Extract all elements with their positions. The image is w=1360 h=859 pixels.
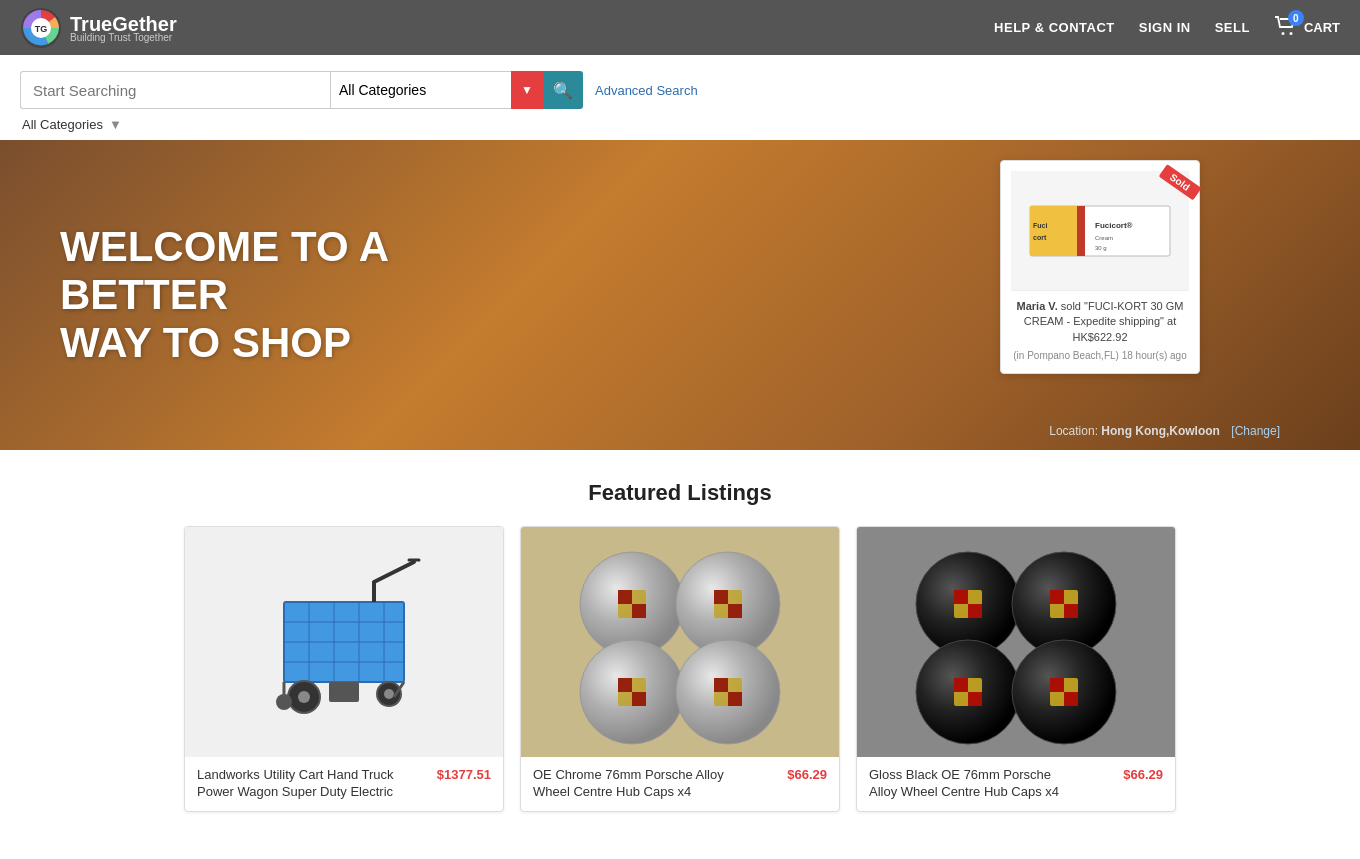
svg-text:cort: cort <box>1033 234 1047 241</box>
hero-product-sold-text: Maria V. sold "FUCI-KORT 30 GM CREAM - E… <box>1011 299 1189 345</box>
listing-price-2: $66.29 <box>1123 767 1163 782</box>
svg-rect-57 <box>1064 604 1078 618</box>
category-select-wrapper: All Categories Electronics Fashion Home … <box>330 71 511 109</box>
hero-product-image: Fucicort® Cream 30 g Fuci cort <box>1011 171 1189 291</box>
search-bar-area: All Categories Electronics Fashion Home … <box>0 55 1360 140</box>
utility-cart-svg <box>244 542 444 742</box>
change-location-link[interactable]: [Change] <box>1231 424 1280 438</box>
listing-price-0: $1377.51 <box>437 767 491 782</box>
svg-text:TG: TG <box>35 24 48 34</box>
listing-image-0 <box>185 527 503 757</box>
hero-text: WELCOME TO A BETTER WAY TO SHOP <box>0 223 500 368</box>
svg-rect-44 <box>632 692 646 706</box>
listing-card-1[interactable]: OE Chrome 76mm Porsche Alloy Wheel Centr… <box>520 526 840 812</box>
search-icon: 🔍 <box>553 81 573 100</box>
svg-rect-53 <box>954 590 968 604</box>
featured-title: Featured Listings <box>20 480 1340 506</box>
svg-text:Cream: Cream <box>1095 235 1113 241</box>
subcategory-arrow-icon: ▼ <box>109 117 122 132</box>
logo-tagline: Building Trust Together <box>70 32 177 43</box>
svg-rect-62 <box>1050 678 1064 692</box>
black-hubcaps-svg <box>896 532 1136 752</box>
hero-banner: WELCOME TO A BETTER WAY TO SHOP Sold Fuc… <box>0 140 1360 450</box>
listing-card-0[interactable]: Landworks Utility Cart Hand Truck Power … <box>184 526 504 812</box>
svg-point-4 <box>1289 32 1292 35</box>
svg-rect-60 <box>968 692 982 706</box>
svg-text:30 g: 30 g <box>1095 245 1107 251</box>
svg-rect-59 <box>954 678 968 692</box>
svg-point-25 <box>298 691 310 703</box>
sign-in-link[interactable]: SIGN IN <box>1139 20 1191 35</box>
search-input[interactable] <box>20 71 330 109</box>
advanced-search-link[interactable]: Advanced Search <box>595 83 698 98</box>
listings-grid: Landworks Utility Cart Hand Truck Power … <box>20 526 1340 812</box>
listing-info-2: Gloss Black OE 76mm Porsche Alloy Wheel … <box>857 757 1175 811</box>
hero-sale-context: (in Pompano Beach,FL) 18 hour(s) ago <box>1011 349 1189 363</box>
svg-rect-31 <box>329 682 359 702</box>
chrome-hubcaps-svg <box>560 532 800 752</box>
svg-rect-47 <box>728 692 742 706</box>
cart-area[interactable]: 0 CART <box>1274 16 1340 39</box>
hero-product-info: Maria V. sold "FUCI-KORT 30 GM CREAM - E… <box>1011 299 1189 363</box>
category-select[interactable]: All Categories Electronics Fashion Home … <box>331 72 511 108</box>
hero-headline-line2: WAY TO SHOP <box>60 319 500 367</box>
listing-name-1: OE Chrome 76mm Porsche Alloy Wheel Centr… <box>533 767 733 801</box>
svg-rect-40 <box>714 590 728 604</box>
listing-name-0: Landworks Utility Cart Hand Truck Power … <box>197 767 397 801</box>
location-label: Location: <box>1049 424 1098 438</box>
product-box-svg: Fucicort® Cream 30 g Fuci cort <box>1025 196 1175 266</box>
search-button[interactable]: 🔍 <box>543 71 583 109</box>
listing-card-2[interactable]: Gloss Black OE 76mm Porsche Alloy Wheel … <box>856 526 1176 812</box>
listing-info-1: OE Chrome 76mm Porsche Alloy Wheel Centr… <box>521 757 839 811</box>
svg-line-21 <box>374 562 414 582</box>
svg-rect-56 <box>1050 590 1064 604</box>
listing-name-2: Gloss Black OE 76mm Porsche Alloy Wheel … <box>869 767 1069 801</box>
hero-location-bar: Location: Hong Kong,Kowloon [Change] <box>1049 424 1280 438</box>
logo-icon: TG <box>20 7 62 49</box>
svg-rect-41 <box>728 604 742 618</box>
logo-area: TG True Gether Building Trust Together <box>20 7 177 49</box>
subcategory-label[interactable]: All Categories <box>22 117 103 132</box>
header: TG True Gether Building Trust Together H… <box>0 0 1360 55</box>
dropdown-arrow-icon: ▼ <box>521 83 533 97</box>
listing-image-2 <box>857 527 1175 757</box>
svg-rect-6 <box>1030 206 1080 256</box>
svg-rect-37 <box>618 590 632 604</box>
svg-rect-7 <box>1077 206 1085 256</box>
cart-badge: 0 <box>1288 10 1304 26</box>
help-contact-link[interactable]: HELP & CONTACT <box>994 20 1115 35</box>
svg-rect-54 <box>968 604 982 618</box>
hero-headline-line1: WELCOME TO A BETTER <box>60 223 500 320</box>
listing-image-1 <box>521 527 839 757</box>
listing-info-0: Landworks Utility Cart Hand Truck Power … <box>185 757 503 811</box>
category-dropdown-button[interactable]: ▼ <box>511 71 543 109</box>
location-value: Hong Kong,Kowloon <box>1101 424 1220 438</box>
cart-icon-wrap: 0 <box>1274 16 1298 39</box>
svg-point-3 <box>1281 32 1284 35</box>
featured-section: Featured Listings <box>0 450 1360 832</box>
cart-label: CART <box>1304 20 1340 35</box>
svg-rect-46 <box>714 678 728 692</box>
hero-product-card: Sold Fucicort® Cream 30 g Fuci cort Mari… <box>1000 160 1200 374</box>
subcategory-row: All Categories ▼ <box>22 117 122 132</box>
hero-seller: Maria V. <box>1017 300 1058 312</box>
svg-point-27 <box>384 689 394 699</box>
logo-text-group: True Gether Building Trust Together <box>70 13 177 43</box>
svg-rect-43 <box>618 678 632 692</box>
svg-text:Fucicort®: Fucicort® <box>1095 221 1133 230</box>
search-row: All Categories Electronics Fashion Home … <box>20 71 698 109</box>
listing-price-1: $66.29 <box>787 767 827 782</box>
sell-link[interactable]: SELL <box>1215 20 1250 35</box>
svg-rect-63 <box>1064 692 1078 706</box>
svg-text:Fuci: Fuci <box>1033 222 1047 229</box>
svg-rect-38 <box>632 604 646 618</box>
header-nav: HELP & CONTACT SIGN IN SELL 0 CART <box>994 16 1340 39</box>
